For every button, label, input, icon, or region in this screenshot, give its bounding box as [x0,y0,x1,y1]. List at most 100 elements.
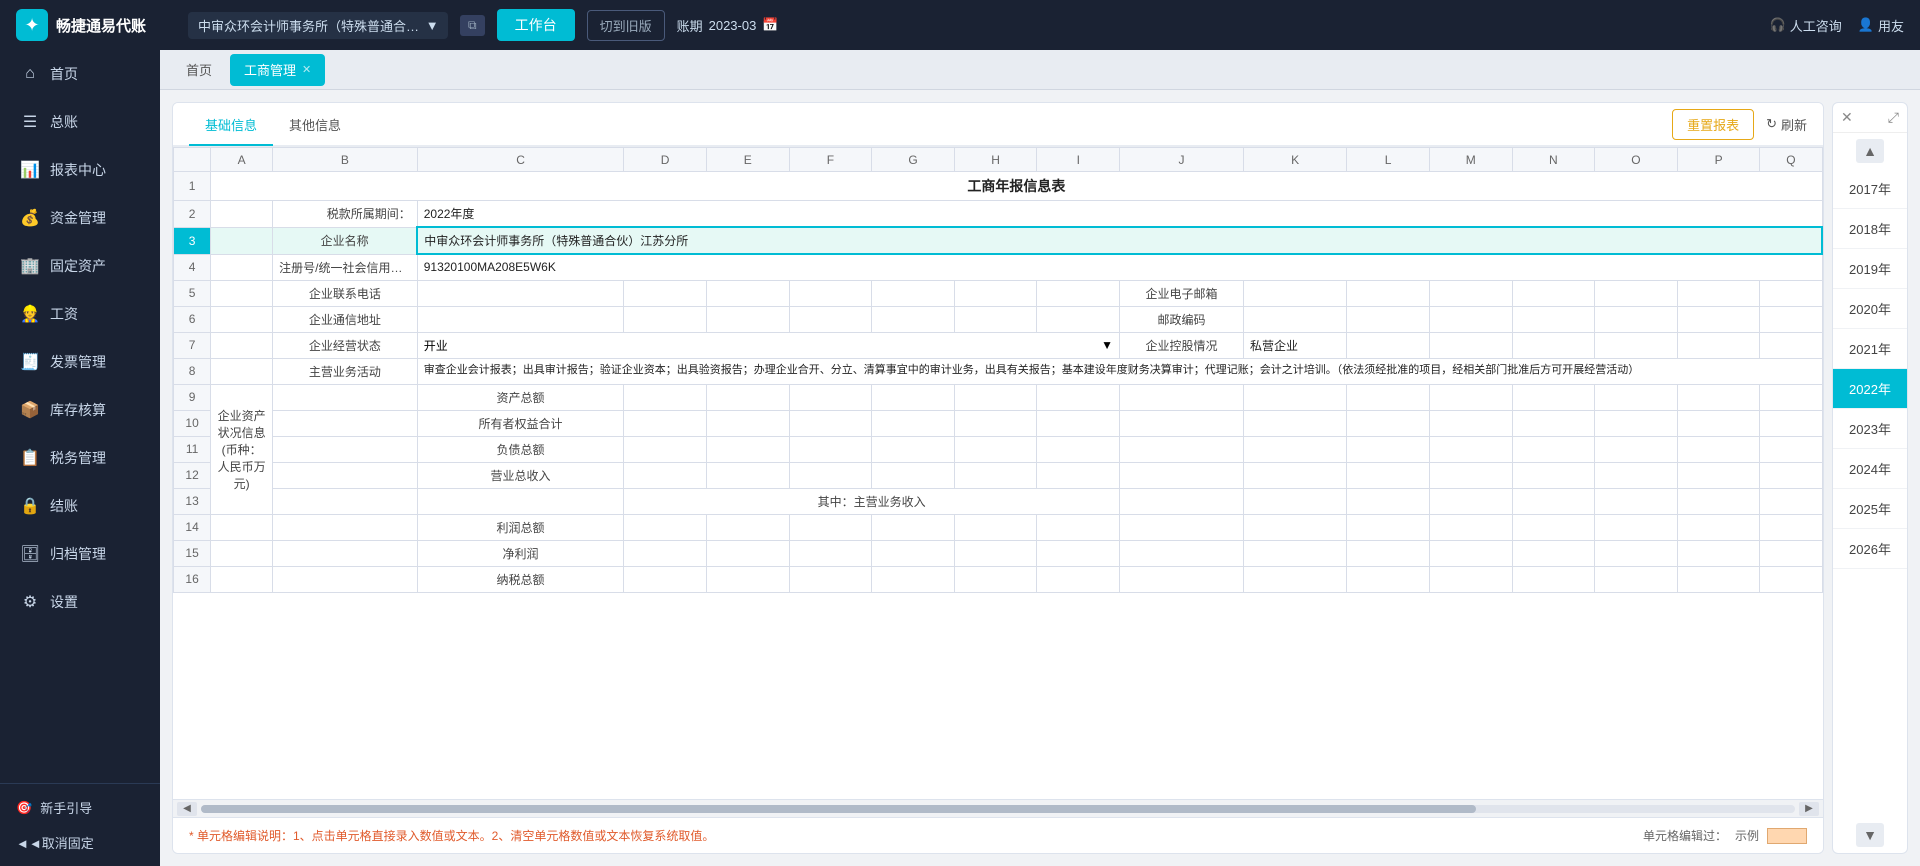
cell-10-D[interactable] [624,410,707,436]
sidebar-item-report[interactable]: 📊 报表中心 [0,146,160,194]
cell-13-M[interactable] [1429,488,1512,514]
cell-11-M[interactable] [1429,436,1512,462]
cell-8-C[interactable]: 审查企业会计报表；出具审计报告；验证企业资本；出具验资报告；办理企业合开、分立、… [417,358,1822,384]
cell-11-G[interactable] [872,436,955,462]
cell-9-Q[interactable] [1760,384,1822,410]
cell-16-K[interactable] [1244,566,1347,592]
cell-9-K[interactable] [1244,384,1347,410]
cell-3-C[interactable]: 中审众环会计师事务所（特殊普通合伙）江苏分所 [417,227,1822,254]
cell-12-F[interactable] [789,462,872,488]
cell-9-J[interactable] [1120,384,1244,410]
cell-11-B[interactable] [273,436,418,462]
cell-7-L[interactable] [1347,332,1430,358]
cell-12-I[interactable] [1037,462,1120,488]
refresh-button[interactable]: ↻ 刷新 [1766,115,1807,134]
cell-12-G[interactable] [872,462,955,488]
cell-7-B[interactable]: 企业经营状态 [273,332,418,358]
unpin-button[interactable]: ◄◄取消固定 [16,829,144,856]
cell-6-A[interactable] [211,306,273,332]
cell-6-J[interactable]: 邮政编码 [1120,306,1244,332]
cell-16-N[interactable] [1512,566,1595,592]
cell-4-A[interactable] [211,254,273,280]
col-header-E[interactable]: E [706,148,789,172]
year-item[interactable]: 2020年 [1833,289,1907,329]
sidebar-item-close[interactable]: 🔒 结账 [0,482,160,530]
cell-15-C[interactable]: 净利润 [417,540,624,566]
cell-5-K[interactable] [1244,280,1347,306]
cell-14-K[interactable] [1244,514,1347,540]
cell-13-O[interactable] [1595,488,1678,514]
copy-button[interactable]: ⧉ [460,15,485,36]
cell-6-I[interactable] [1037,306,1120,332]
cell-5-Q[interactable] [1760,280,1822,306]
cell-6-M[interactable] [1429,306,1512,332]
switch-version-button[interactable]: 切到旧版 [587,10,665,41]
year-item[interactable]: 2026年 [1833,529,1907,569]
cell-11-O[interactable] [1595,436,1678,462]
cell-15-J[interactable] [1120,540,1244,566]
cell-14-I[interactable] [1037,514,1120,540]
col-header-B[interactable]: B [273,148,418,172]
cell-12-P[interactable] [1677,462,1760,488]
cell-7-K[interactable]: 私营企业 [1244,332,1347,358]
col-header-C[interactable]: C [417,148,624,172]
sub-tab-basic[interactable]: 基础信息 [189,105,273,146]
spreadsheet-scroll[interactable]: A B C D E F G H I J [173,147,1823,799]
cell-14-F[interactable] [789,514,872,540]
cell-16-L[interactable] [1347,566,1430,592]
h-scroll-track[interactable] [201,805,1795,813]
cell-5-P[interactable] [1677,280,1760,306]
scroll-left-button[interactable]: ◀ [177,802,197,816]
cell-16-I[interactable] [1037,566,1120,592]
col-header-H[interactable]: H [954,148,1037,172]
sheet-title[interactable]: 工商年报信息表 [211,172,1822,201]
company-selector[interactable]: 中审众环会计师事务所（特殊普通合伙... ▼ [188,12,448,39]
cell-10-N[interactable] [1512,410,1595,436]
cell-14-A[interactable] [211,514,273,540]
cell-9-M[interactable] [1429,384,1512,410]
cell-12-L[interactable] [1347,462,1430,488]
cell-13-L[interactable] [1347,488,1430,514]
cell-10-G[interactable] [872,410,955,436]
cell-11-F[interactable] [789,436,872,462]
cell-9-N[interactable] [1512,384,1595,410]
reset-report-button[interactable]: 重置报表 [1672,109,1754,140]
col-header-G[interactable]: G [872,148,955,172]
cell-9-E[interactable] [706,384,789,410]
cell-16-A[interactable] [211,566,273,592]
cell-11-Q[interactable] [1760,436,1822,462]
cell-11-N[interactable] [1512,436,1595,462]
cell-14-M[interactable] [1429,514,1512,540]
cell-13-Q[interactable] [1760,488,1822,514]
cell-4-B[interactable]: 注册号/统一社会信用代码 [273,254,418,280]
calendar-icon[interactable]: 📅 [762,17,778,33]
cell-8-A[interactable] [211,358,273,384]
cell-7-O[interactable] [1595,332,1678,358]
sidebar-item-home[interactable]: ⌂ 首页 [0,50,160,98]
cell-16-B[interactable] [273,566,418,592]
cell-9-I[interactable] [1037,384,1120,410]
cell-14-C[interactable]: 利润总额 [417,514,624,540]
h-scrollbar[interactable]: ◀ ▶ [173,799,1823,817]
cell-9-H[interactable] [954,384,1037,410]
cell-15-Q[interactable] [1760,540,1822,566]
cell-14-J[interactable] [1120,514,1244,540]
sidebar-item-assets[interactable]: 🏢 固定资产 [0,242,160,290]
cell-9-G[interactable] [872,384,955,410]
cell-15-B[interactable] [273,540,418,566]
cell-6-G[interactable] [872,306,955,332]
cell-16-C[interactable]: 纳税总额 [417,566,624,592]
cell-10-H[interactable] [954,410,1037,436]
cell-10-I[interactable] [1037,410,1120,436]
cell-16-M[interactable] [1429,566,1512,592]
cell-16-D[interactable] [624,566,707,592]
cell-15-D[interactable] [624,540,707,566]
cell-16-J[interactable] [1120,566,1244,592]
cell-14-H[interactable] [954,514,1037,540]
cell-2-C[interactable]: 2022年度 [417,201,1822,228]
cell-9-A[interactable]: 企业资产状况信息(币种：人民币万元) [211,384,273,514]
cell-7-J[interactable]: 企业控股情况 [1120,332,1244,358]
cell-15-O[interactable] [1595,540,1678,566]
cell-15-M[interactable] [1429,540,1512,566]
year-item[interactable]: 2018年 [1833,209,1907,249]
